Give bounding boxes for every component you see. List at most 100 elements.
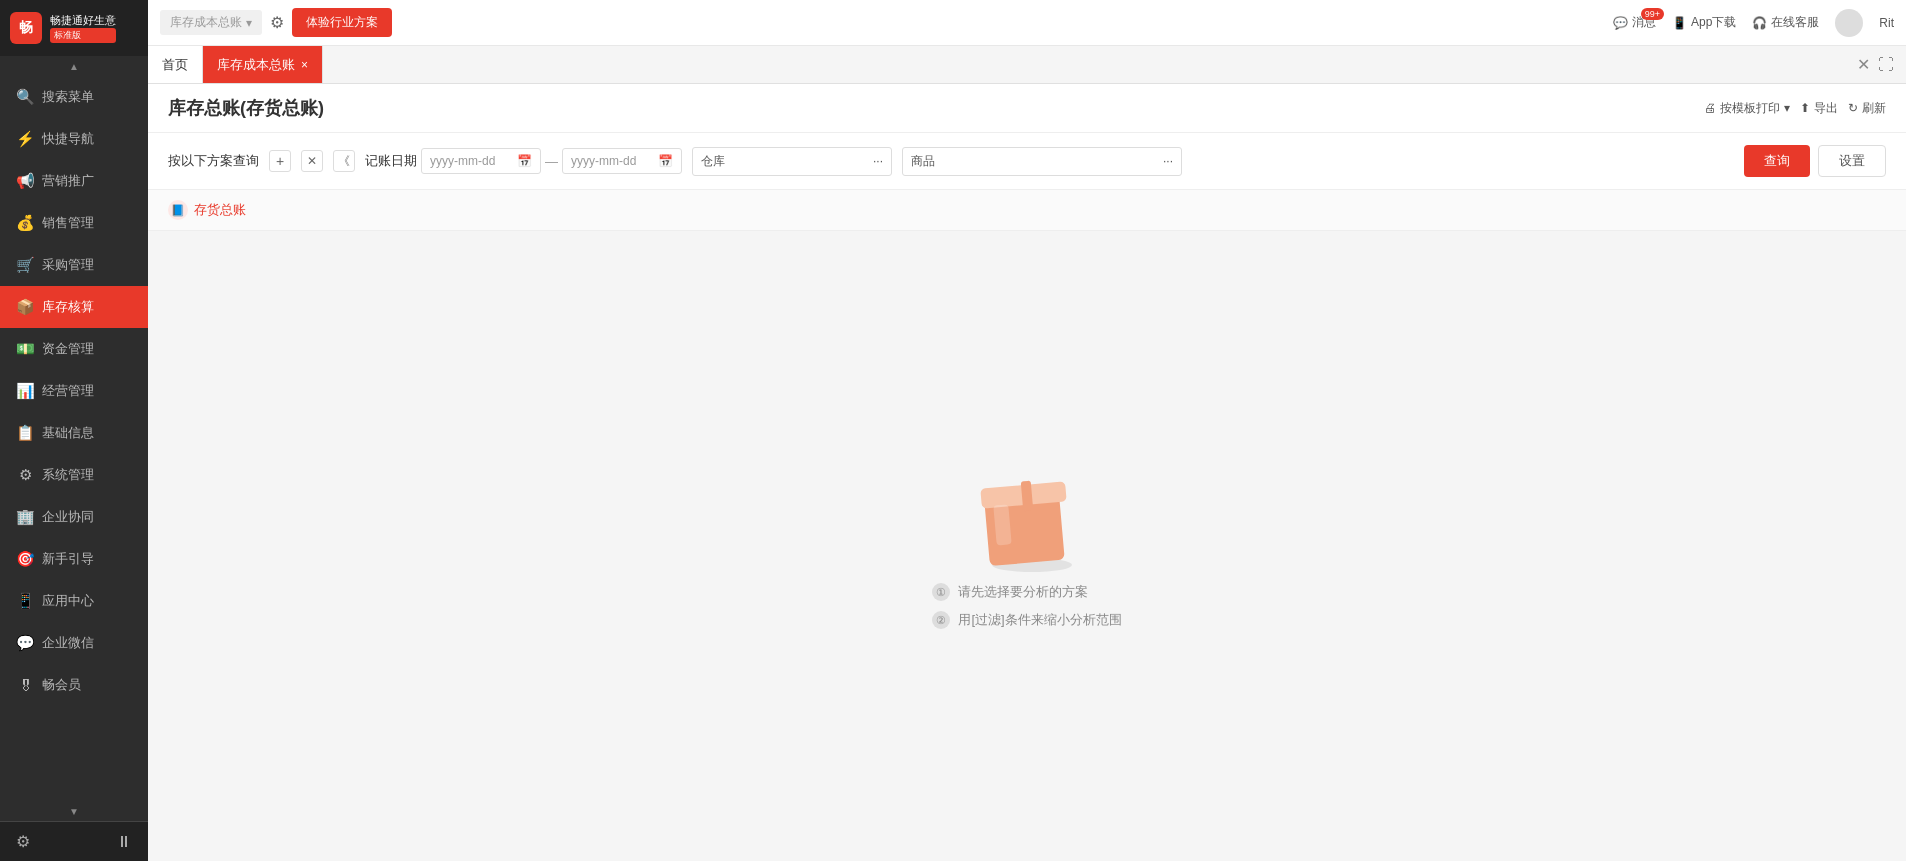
sidebar-item-enterprise[interactable]: 🏢 企业协同 xyxy=(0,496,148,538)
chart-icon: 📊 xyxy=(16,382,34,400)
page-title: 库存总账(存货总账) xyxy=(168,96,324,120)
tabbar: 首页 库存成本总账 × ✕ ⛶ xyxy=(148,46,1906,84)
sub-filter-item-inventory[interactable]: 📘 存货总账 xyxy=(168,200,246,220)
sidebar-item-system-label: 系统管理 xyxy=(42,466,94,484)
sidebar-item-inventory[interactable]: 📦 库存核算 xyxy=(0,286,148,328)
date-start-placeholder: yyyy-mm-dd xyxy=(430,154,495,168)
close-panel-icon[interactable]: ✕ xyxy=(1857,55,1870,74)
scroll-down-arrow[interactable]: ▼ xyxy=(0,801,148,821)
warehouse-select[interactable]: 仓库 ··· xyxy=(692,147,892,176)
filter-label: 按以下方案查询 xyxy=(168,152,259,170)
sidebar-item-wechat[interactable]: 💬 企业微信 xyxy=(0,622,148,664)
print-btn[interactable]: 🖨 按模板打印 ▾ xyxy=(1704,100,1790,117)
app-download-btn[interactable]: 📱 App下载 xyxy=(1672,14,1736,31)
user-avatar[interactable] xyxy=(1835,9,1863,37)
megaphone-icon: 📢 xyxy=(16,172,34,190)
logo-text: 畅捷通好生意 标准版 xyxy=(50,13,116,43)
sidebar-item-enterprise-label: 企业协同 xyxy=(42,508,94,526)
export-label: 导出 xyxy=(1814,100,1838,117)
tab-inventory-ledger[interactable]: 库存成本总账 × xyxy=(203,46,323,83)
sidebar-item-wechat-label: 企业微信 xyxy=(42,634,94,652)
sidebar-nav: 🔍 搜索菜单 ⚡ 快捷导航 📢 营销推广 💰 销售管理 🛒 采购管理 📦 库存核… xyxy=(0,76,148,801)
breadcrumb[interactable]: 库存成本总账 ▾ xyxy=(160,10,262,35)
warehouse-label: 仓库 xyxy=(701,153,725,170)
cart-icon: 🛒 xyxy=(16,256,34,274)
lightning-icon: ⚡ xyxy=(16,130,34,148)
funds-icon: 💵 xyxy=(16,340,34,358)
date-range: 记账日期 yyyy-mm-dd 📅 — yyyy-mm-dd 📅 xyxy=(365,148,682,174)
print-icon: 🖨 xyxy=(1704,101,1716,115)
sidebar-item-inventory-label: 库存核算 xyxy=(42,298,94,316)
tab-close-icon[interactable]: × xyxy=(301,58,308,72)
breadcrumb-text: 库存成本总账 xyxy=(170,14,242,31)
settings-icon[interactable]: ⚙ xyxy=(16,832,30,851)
sidebar-item-guide-label: 新手引导 xyxy=(42,550,94,568)
box-icon: 📦 xyxy=(16,298,34,316)
tip-number-2: ② xyxy=(932,611,950,629)
filter-add-button[interactable]: + xyxy=(269,150,291,172)
topbar-right: 💬 消息 99+ 📱 App下载 🎧 在线客服 Rit xyxy=(1613,9,1894,37)
app-download-label: App下载 xyxy=(1691,14,1736,31)
sidebar-item-quick-nav-label: 快捷导航 xyxy=(42,130,94,148)
tip-number-1: ① xyxy=(932,583,950,601)
export-icon: ⬆ xyxy=(1800,101,1810,115)
sidebar-item-funds[interactable]: 💵 资金管理 xyxy=(0,328,148,370)
refresh-label: 刷新 xyxy=(1862,100,1886,117)
content-area: 库存总账(存货总账) 🖨 按模板打印 ▾ ⬆ 导出 ↻ 刷新 按以下方案查询 xyxy=(148,84,1906,861)
sidebar-item-apps[interactable]: 📱 应用中心 xyxy=(0,580,148,622)
product-label: 商品 xyxy=(911,153,935,170)
page-actions: 🖨 按模板打印 ▾ ⬆ 导出 ↻ 刷新 xyxy=(1704,100,1886,117)
filter-close-button[interactable]: ✕ xyxy=(301,150,323,172)
sidebar-item-business[interactable]: 📊 经营管理 xyxy=(0,370,148,412)
sidebar-item-search-label: 搜索菜单 xyxy=(42,88,94,106)
sidebar-item-business-label: 经营管理 xyxy=(42,382,94,400)
message-icon: 💬 xyxy=(1613,16,1628,30)
sidebar-item-member[interactable]: 🎖 畅会员 xyxy=(0,664,148,706)
message-btn[interactable]: 💬 消息 99+ xyxy=(1613,14,1656,31)
export-btn[interactable]: ⬆ 导出 xyxy=(1800,100,1838,117)
warehouse-more-icon: ··· xyxy=(873,154,883,168)
online-support-btn[interactable]: 🎧 在线客服 xyxy=(1752,14,1819,31)
sidebar-item-system[interactable]: ⚙ 系统管理 xyxy=(0,454,148,496)
target-icon: 🎯 xyxy=(16,550,34,568)
date-end-input[interactable]: yyyy-mm-dd 📅 xyxy=(562,148,682,174)
sidebar-item-sales[interactable]: 💰 销售管理 xyxy=(0,202,148,244)
print-chevron-icon: ▾ xyxy=(1784,101,1790,115)
tip-text-2: 用[过滤]条件来缩小分析范围 xyxy=(958,611,1121,629)
collapse-icon[interactable]: ⏸ xyxy=(116,833,132,851)
sidebar-logo: 畅 畅捷通好生意 标准版 xyxy=(0,0,148,56)
breadcrumb-chevron-icon: ▾ xyxy=(246,16,252,30)
sidebar-item-apps-label: 应用中心 xyxy=(42,592,94,610)
empty-tips: ① 请先选择要分析的方案 ② 用[过滤]条件来缩小分析范围 xyxy=(932,583,1121,629)
resize-icon[interactable]: ⛶ xyxy=(1878,56,1894,74)
sidebar-item-search[interactable]: 🔍 搜索菜单 xyxy=(0,76,148,118)
filter-collapse-button[interactable]: 《 xyxy=(333,150,355,172)
sidebar-item-quick-nav[interactable]: ⚡ 快捷导航 xyxy=(0,118,148,160)
industry-btn[interactable]: 体验行业方案 xyxy=(292,8,392,37)
date-start-input[interactable]: yyyy-mm-dd 📅 xyxy=(421,148,541,174)
online-support-label: 在线客服 xyxy=(1771,14,1819,31)
topbar: 库存成本总账 ▾ ⚙ 体验行业方案 💬 消息 99+ 📱 App下载 🎧 在线客… xyxy=(148,0,1906,46)
sidebar-item-member-label: 畅会员 xyxy=(42,676,81,694)
sub-filter-row: 📘 存货总账 xyxy=(148,190,1906,231)
topbar-gear-icon[interactable]: ⚙ xyxy=(270,13,284,32)
empty-illustration xyxy=(967,463,1087,563)
calendar-start-icon: 📅 xyxy=(517,154,532,168)
sidebar-item-purchase[interactable]: 🛒 采购管理 xyxy=(0,244,148,286)
sidebar-item-basic[interactable]: 📋 基础信息 xyxy=(0,412,148,454)
query-button[interactable]: 查询 xyxy=(1744,145,1810,177)
logo-icon: 畅 xyxy=(10,12,42,44)
settings-button[interactable]: 设置 xyxy=(1818,145,1886,177)
sidebar-item-guide[interactable]: 🎯 新手引导 xyxy=(0,538,148,580)
sidebar-item-marketing-label: 营销推广 xyxy=(42,172,94,190)
refresh-btn[interactable]: ↻ 刷新 xyxy=(1848,100,1886,117)
product-select[interactable]: 商品 ··· xyxy=(902,147,1182,176)
sidebar-item-marketing[interactable]: 📢 营销推广 xyxy=(0,160,148,202)
tab-home-label: 首页 xyxy=(162,56,188,74)
product-more-icon: ··· xyxy=(1163,154,1173,168)
wechat-icon: 💬 xyxy=(16,634,34,652)
scroll-up-arrow[interactable]: ▲ xyxy=(0,56,148,76)
phone-icon: 📱 xyxy=(1672,16,1687,30)
tab-home[interactable]: 首页 xyxy=(148,46,203,83)
empty-tip-2: ② 用[过滤]条件来缩小分析范围 xyxy=(932,611,1121,629)
